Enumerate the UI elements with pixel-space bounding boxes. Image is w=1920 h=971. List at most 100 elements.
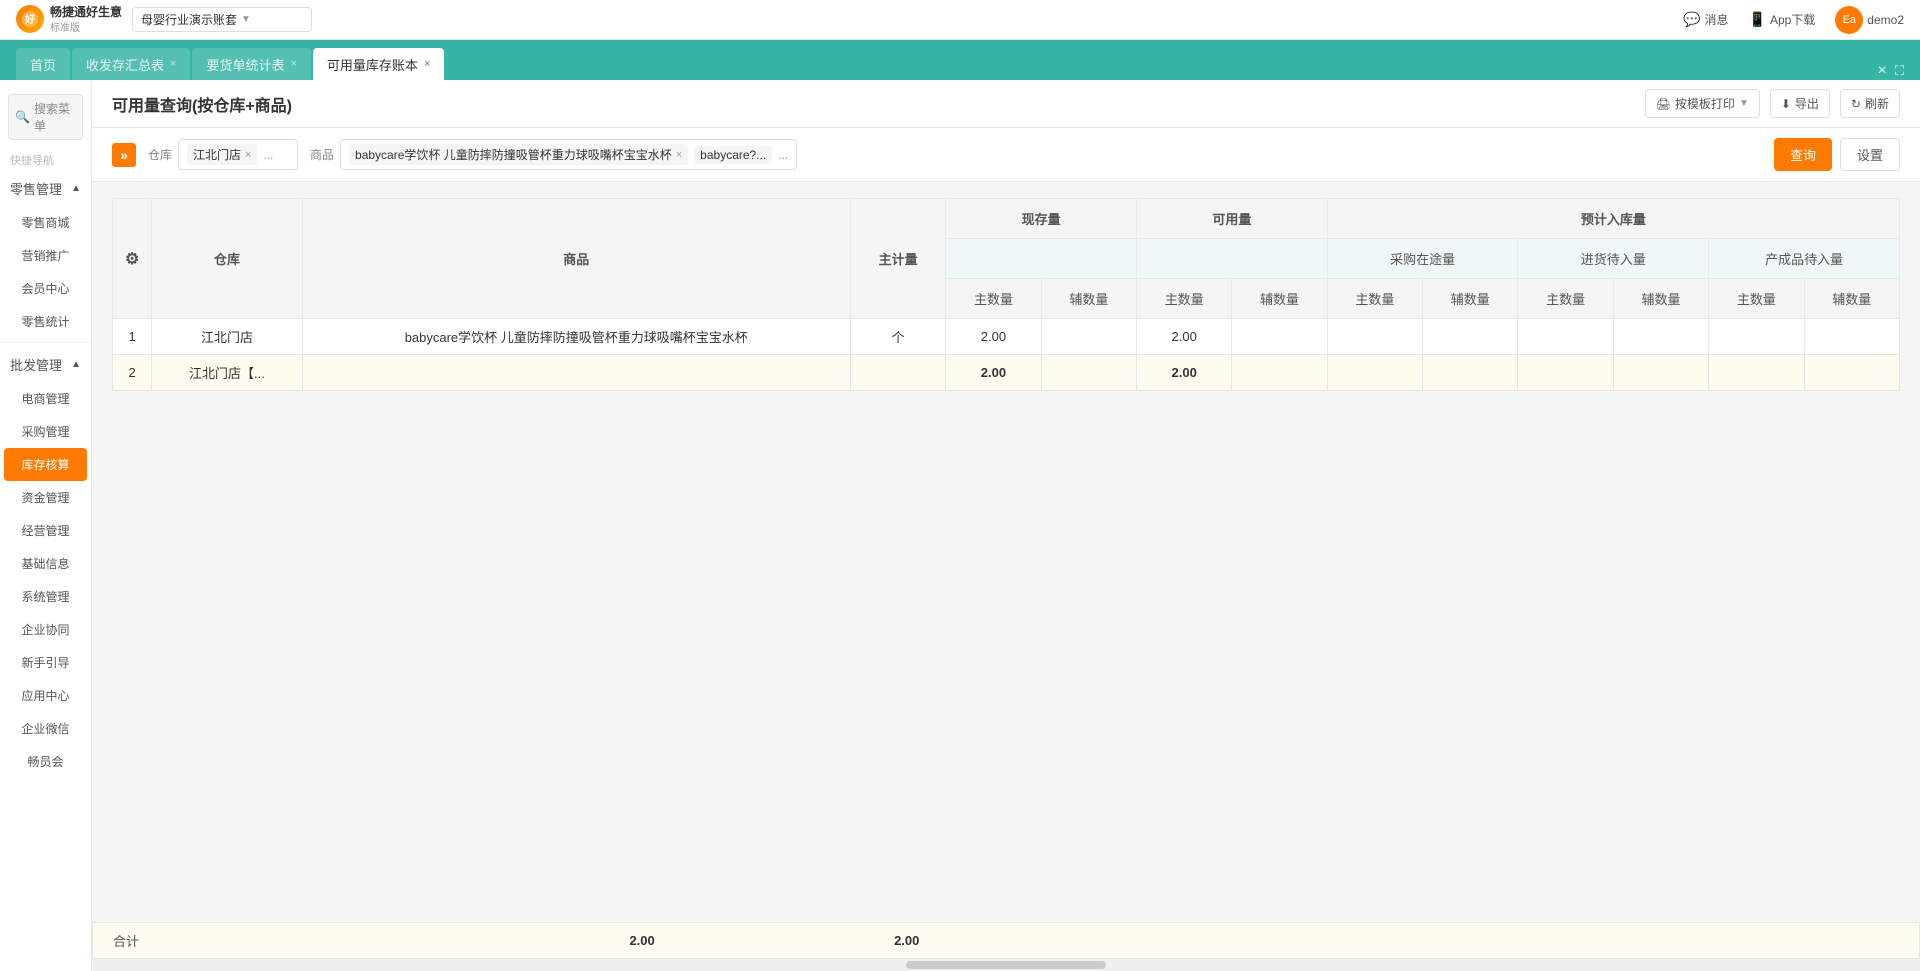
sidebar-item-retail-stats[interactable]: 零售统计 <box>0 305 91 338</box>
sidebar-item-batch-mgmt[interactable]: 批发管理 ▲ <box>0 347 91 382</box>
tab-available-label: 可用量库存账本 <box>327 55 418 74</box>
fullscreen-icon[interactable]: ⛶ <box>1895 63 1904 79</box>
bottom-scrollbar[interactable] <box>92 959 1920 971</box>
sidebar-search-btn[interactable]: 🔍 搜索菜单 <box>8 94 83 140</box>
svg-text:好: 好 <box>24 13 35 26</box>
sidebar-item-marketing[interactable]: 营销推广 <box>0 239 91 272</box>
warehouse-filter-label: 仓库 <box>148 146 172 163</box>
row1-unit: 个 <box>850 319 945 355</box>
row1-stock-main: 2.00 <box>946 319 1041 355</box>
product-pending-main-header: 主数量 <box>1709 279 1804 319</box>
sidebar-item-ecommerce[interactable]: 电商管理 <box>0 382 91 415</box>
sidebar-item-member-center[interactable]: 会员中心 <box>0 272 91 305</box>
message-icon: 💬 <box>1683 11 1700 28</box>
row1-purchase-transit-main <box>1327 319 1422 355</box>
sidebar-item-zero-retail-mall[interactable]: 零售商城 <box>0 206 91 239</box>
stock-group-header: 现存量 <box>946 199 1137 239</box>
setting-button[interactable]: 设置 <box>1840 138 1900 171</box>
data-table: ⚙ 仓库 商品 主计量 现存量 <box>112 198 1900 391</box>
warehouse-tag: 江北门店 × <box>187 144 257 165</box>
expand-icon: » <box>120 147 128 163</box>
sidebar-item-app-center[interactable]: 应用中心 <box>0 679 91 712</box>
sidebar-item-system[interactable]: 系统管理 <box>0 580 91 613</box>
filter-product-more-btn[interactable]: ... <box>778 148 788 162</box>
app-label: App下载 <box>1770 11 1815 28</box>
print-label: 按模板打印 <box>1675 95 1735 112</box>
search-icon: 🔍 <box>15 110 30 124</box>
warehouse-filter-input[interactable]: 江北门店 × ... <box>178 139 298 170</box>
row1-product-pending-main <box>1709 319 1804 355</box>
sidebar-item-enterprise[interactable]: 企业协同 <box>0 613 91 646</box>
nav-tabs-right: × ⛶ <box>1878 62 1904 80</box>
export-icon: ⬇ <box>1781 97 1791 111</box>
filter-expand-btn[interactable]: » <box>112 143 136 167</box>
dropdown-arrow-icon: ▼ <box>241 14 251 25</box>
sidebar-item-inventory[interactable]: 库存核算 <box>4 448 87 481</box>
sidebar-item-label: 畅员会 <box>27 753 63 770</box>
tab-home[interactable]: 首页 <box>16 48 70 80</box>
refresh-btn[interactable]: ↻ 刷新 <box>1840 89 1900 118</box>
tab-order-close[interactable]: × <box>290 58 296 70</box>
refresh-icon: ↻ <box>1851 97 1861 111</box>
row2-purchase-transit-aux <box>1423 355 1518 391</box>
user-area[interactable]: Ea demo2 <box>1835 6 1904 34</box>
sidebar-item-operation[interactable]: 经营管理 <box>0 514 91 547</box>
product-filter-input[interactable]: babycare学饮杯 儿童防摔防撞吸管杯重力球吸嘴杯宝宝水杯 × babyca… <box>340 139 797 170</box>
app-download-btn[interactable]: 📱 App下载 <box>1749 11 1816 28</box>
incoming-main-header: 主数量 <box>1518 279 1613 319</box>
sidebar-nav-label: 快捷导航 <box>0 146 91 171</box>
sidebar-item-label: 库存核算 <box>21 456 69 473</box>
top-bar-right: 💬 消息 📱 App下载 Ea demo2 <box>1683 6 1904 34</box>
query-button[interactable]: 查询 <box>1774 138 1832 171</box>
scrollbar-thumb[interactable] <box>906 961 1106 969</box>
sidebar-item-newguide[interactable]: 新手引导 <box>0 646 91 679</box>
collapse-icon: ▲ <box>71 359 81 370</box>
row1-product: babycare学饮杯 儿童防摔防撞吸管杯重力球吸嘴杯宝宝水杯 <box>302 319 850 355</box>
sidebar-item-label: 批发管理 <box>10 355 62 374</box>
table-settings-icon[interactable]: ⚙ <box>125 251 139 268</box>
tab-order[interactable]: 要货单统计表 × <box>192 48 310 80</box>
tab-available-close[interactable]: × <box>424 58 430 70</box>
filter-more-btn[interactable]: ... <box>263 148 273 162</box>
sidebar-item-purchase[interactable]: 采购管理 <box>0 415 91 448</box>
sidebar-item-label: 电商管理 <box>21 390 69 407</box>
sidebar-item-changyuan[interactable]: 畅员会 <box>0 745 91 778</box>
export-btn[interactable]: ⬇ 导出 <box>1770 89 1830 118</box>
table-row: 1 江北门店 babycare学饮杯 儿童防摔防撞吸管杯重力球吸嘴杯宝宝水杯 个… <box>113 319 1900 355</box>
row1-no: 1 <box>113 319 152 355</box>
layout: 🔍 搜索菜单 快捷导航 零售管理 ▲ 零售商城 营销推广 会员中心 零售统计 批… <box>0 80 1920 971</box>
print-icon: 🖨 <box>1656 97 1671 111</box>
warehouse-tag-remove[interactable]: × <box>245 149 251 161</box>
nav-tabs: 首页 收发存汇总表 × 要货单统计表 × 可用量库存账本 × × ⛶ <box>0 40 1920 80</box>
purchase-transit-main-header: 主数量 <box>1327 279 1422 319</box>
filter-product: 商品 babycare学饮杯 儿童防摔防撞吸管杯重力球吸嘴杯宝宝水杯 × bab… <box>310 139 797 170</box>
stock-sub-header <box>946 239 1137 279</box>
product-tag1-remove[interactable]: × <box>676 149 682 161</box>
row2-stock-main: 2.00 <box>946 355 1041 391</box>
forecast-group-header: 预计入库量 <box>1327 199 1899 239</box>
logo-icon: 好 <box>16 5 44 33</box>
sidebar-item-label: 经营管理 <box>21 522 69 539</box>
tab-income-close[interactable]: × <box>170 58 176 70</box>
tab-income[interactable]: 收发存汇总表 × <box>72 48 190 80</box>
sidebar-item-finance[interactable]: 资金管理 <box>0 481 91 514</box>
close-all-icon[interactable]: × <box>1878 62 1887 80</box>
collapse-icon: ▲ <box>71 183 81 194</box>
tab-order-label: 要货单统计表 <box>206 55 284 74</box>
footer-stock-main: 2.00 <box>576 933 708 948</box>
row1-stock-aux <box>1041 319 1136 355</box>
industry-selector[interactable]: 母婴行业演示账套 ▼ <box>132 7 312 32</box>
logo-sub: 标准版 <box>50 19 122 34</box>
sidebar-item-basic-info[interactable]: 基础信息 <box>0 547 91 580</box>
available-sub-header <box>1137 239 1328 279</box>
print-btn[interactable]: 🖨 按模板打印 ▼ <box>1645 89 1760 118</box>
row2-available-aux <box>1232 355 1327 391</box>
page-header-actions: 🖨 按模板打印 ▼ ⬇ 导出 ↻ 刷新 <box>1645 89 1900 118</box>
row2-stock-aux <box>1041 355 1136 391</box>
warehouse-col-header: 仓库 <box>152 199 302 319</box>
sidebar-item-enterprise-wechat[interactable]: 企业微信 <box>0 712 91 745</box>
tab-available[interactable]: 可用量库存账本 × <box>313 48 444 80</box>
sidebar-item-zero-retail-mgmt[interactable]: 零售管理 ▲ <box>0 171 91 206</box>
table-area: ⚙ 仓库 商品 主计量 现存量 <box>92 182 1920 922</box>
message-btn[interactable]: 💬 消息 <box>1683 11 1728 28</box>
